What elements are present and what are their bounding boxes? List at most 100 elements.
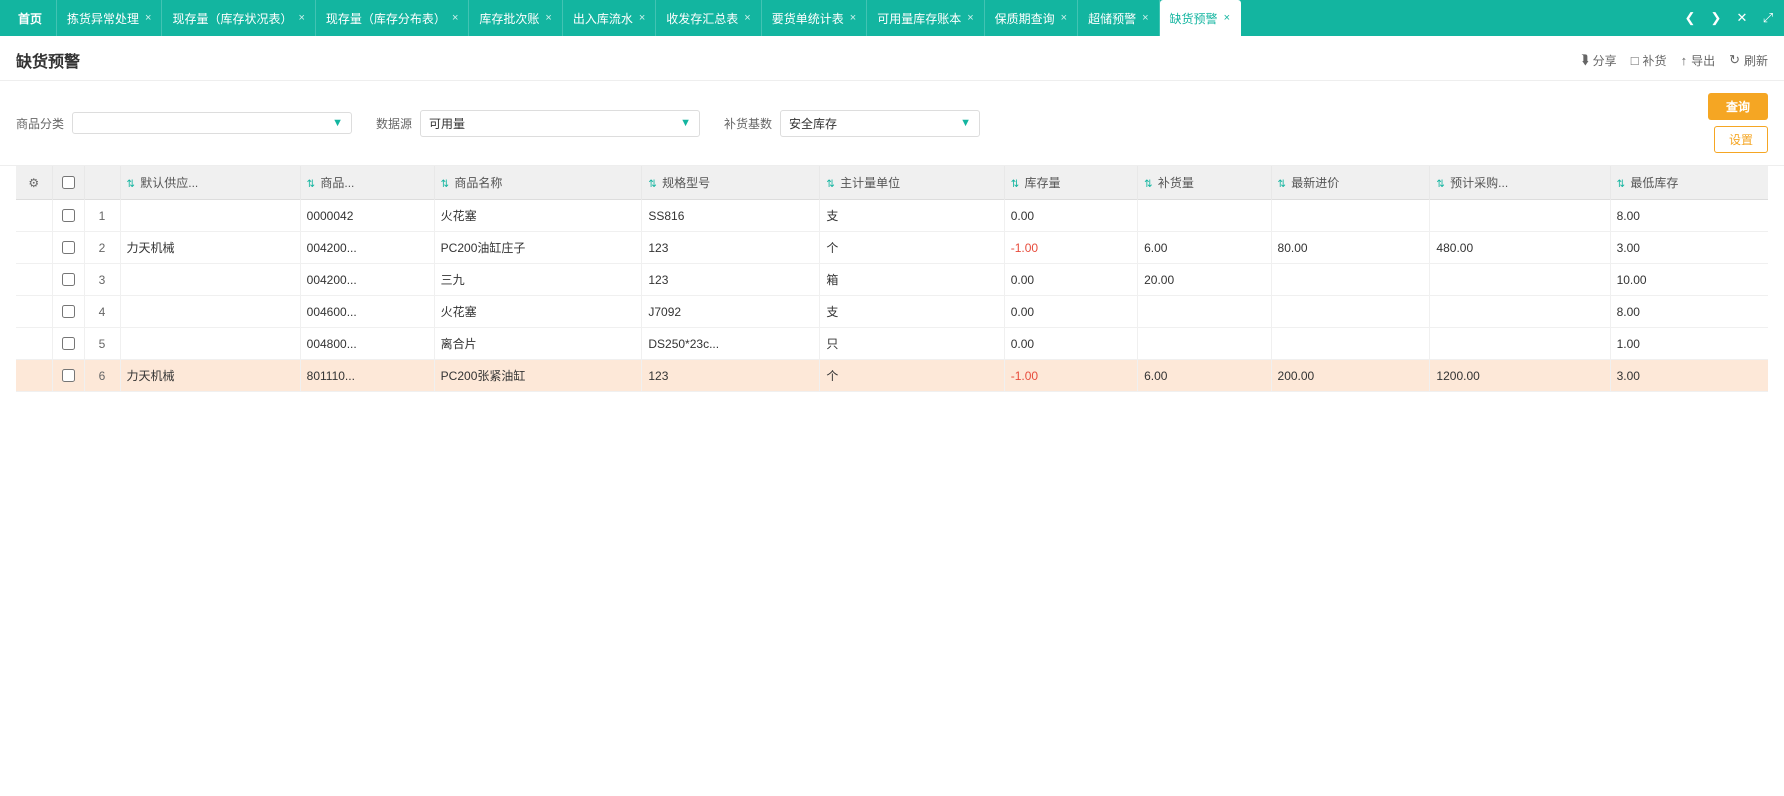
tab-7-label: 要货单统计表 bbox=[772, 10, 844, 27]
row-settings-3 bbox=[16, 296, 52, 328]
tab-1[interactable]: 拣货异常处理 × bbox=[57, 0, 162, 36]
tab-6-label: 收发存汇总表 bbox=[666, 10, 738, 27]
tab-11-close[interactable]: × bbox=[1224, 12, 1230, 24]
row-estimated-purchase-5: 1200.00 bbox=[1430, 360, 1610, 392]
tab-2-close[interactable]: × bbox=[298, 12, 304, 24]
filter-category-select[interactable]: ▼ bbox=[72, 112, 352, 134]
tab-4[interactable]: 库存批次账 × bbox=[469, 0, 562, 36]
tab-close-current-button[interactable]: ✕ bbox=[1730, 6, 1754, 30]
row-supplier-0 bbox=[120, 200, 300, 232]
row-unit-3: 支 bbox=[820, 296, 1004, 328]
tab-5-close[interactable]: × bbox=[639, 12, 645, 24]
tab-5[interactable]: 出入库流水 × bbox=[563, 0, 656, 36]
row-checkbox-3[interactable] bbox=[62, 305, 75, 318]
row-checkbox-0[interactable] bbox=[62, 209, 75, 222]
tab-3-close[interactable]: × bbox=[452, 12, 458, 24]
replenish-button[interactable]: □ 补货 bbox=[1631, 52, 1667, 69]
row-settings-1 bbox=[16, 232, 52, 264]
row-checkbox-cell-5 bbox=[52, 360, 84, 392]
tab-prev-button[interactable]: ❮ bbox=[1678, 6, 1702, 30]
tab-4-label: 库存批次账 bbox=[479, 10, 539, 27]
tab-3-label: 现存量（库存分布表） bbox=[326, 10, 446, 27]
row-checkbox-cell-4 bbox=[52, 328, 84, 360]
col-stock-header[interactable]: ⇅ 库存量 bbox=[1004, 166, 1137, 200]
data-table: ⚙ ⇅ 默认供应... ⇅ 商品... bbox=[16, 166, 1768, 392]
filter-replenish-base-label: 补货基数 bbox=[724, 115, 772, 132]
select-all-checkbox[interactable] bbox=[62, 176, 75, 189]
col-estimated-purchase-header[interactable]: ⇅ 预计采购... bbox=[1430, 166, 1610, 200]
tab-9-close[interactable]: × bbox=[1061, 12, 1067, 24]
row-num-0: 1 bbox=[84, 200, 120, 232]
col-spec-header[interactable]: ⇅ 规格型号 bbox=[642, 166, 820, 200]
row-checkbox-5[interactable] bbox=[62, 369, 75, 382]
tab-next-button[interactable]: ❯ bbox=[1704, 6, 1728, 30]
tab-7-close[interactable]: × bbox=[850, 12, 856, 24]
col-checkbox-header bbox=[52, 166, 84, 200]
tab-9[interactable]: 保质期查询 × bbox=[985, 0, 1078, 36]
col-spec-label: 规格型号 bbox=[662, 176, 710, 190]
col-supplier-header[interactable]: ⇅ 默认供应... bbox=[120, 166, 300, 200]
tab-11[interactable]: 缺货预警 × bbox=[1160, 0, 1241, 36]
col-replenish-header[interactable]: ⇅ 补货量 bbox=[1138, 166, 1271, 200]
stock-sort-icon: ⇅ bbox=[1011, 179, 1019, 190]
row-min-stock-3: 8.00 bbox=[1610, 296, 1768, 328]
datasource-chevron-icon: ▼ bbox=[680, 117, 691, 129]
row-stock-5: -1.00 bbox=[1004, 360, 1137, 392]
tab-2[interactable]: 现存量（库存状况表） × bbox=[162, 0, 315, 36]
settings-button[interactable]: 设置 bbox=[1714, 126, 1768, 153]
col-latest-price-header[interactable]: ⇅ 最新进价 bbox=[1271, 166, 1430, 200]
row-unit-4: 只 bbox=[820, 328, 1004, 360]
export-button[interactable]: ↑ 导出 bbox=[1681, 52, 1716, 69]
row-spec-1: 123 bbox=[642, 232, 820, 264]
replenish-sort-icon: ⇅ bbox=[1144, 179, 1152, 190]
tab-home-label: 首页 bbox=[18, 10, 42, 27]
filter-category-label: 商品分类 bbox=[16, 115, 64, 132]
row-checkbox-2[interactable] bbox=[62, 273, 75, 286]
col-goods-code-header[interactable]: ⇅ 商品... bbox=[300, 166, 434, 200]
tab-4-close[interactable]: × bbox=[545, 12, 551, 24]
filter-datasource-select[interactable]: 可用量 ▼ bbox=[420, 110, 700, 137]
table-row: 5 004800... 离合片 DS250*23c... 只 0.00 1.00 bbox=[16, 328, 1768, 360]
table-row: 4 004600... 火花塞 J7092 支 0.00 8.00 bbox=[16, 296, 1768, 328]
col-min-stock-header[interactable]: ⇅ 最低库存 bbox=[1610, 166, 1768, 200]
tab-maximize-button[interactable]: ⤢ bbox=[1756, 6, 1780, 30]
row-spec-0: SS816 bbox=[642, 200, 820, 232]
tab-10-close[interactable]: × bbox=[1142, 12, 1148, 24]
row-checkbox-cell-1 bbox=[52, 232, 84, 264]
tab-8-close[interactable]: × bbox=[967, 12, 973, 24]
row-checkbox-4[interactable] bbox=[62, 337, 75, 350]
col-unit-header[interactable]: ⇅ 主计量单位 bbox=[820, 166, 1004, 200]
row-replenish-1: 6.00 bbox=[1138, 232, 1271, 264]
table-row: 6 力天机械 801110... PC200张紧油缸 123 个 -1.00 6… bbox=[16, 360, 1768, 392]
tab-8[interactable]: 可用量库存账本 × bbox=[867, 0, 984, 36]
col-goods-code-label: 商品... bbox=[320, 176, 354, 190]
row-num-2: 3 bbox=[84, 264, 120, 296]
refresh-button[interactable]: ↻ 刷新 bbox=[1729, 52, 1768, 69]
row-unit-5: 个 bbox=[820, 360, 1004, 392]
tab-6[interactable]: 收发存汇总表 × bbox=[656, 0, 761, 36]
row-goods-name-4: 离合片 bbox=[434, 328, 642, 360]
tab-10[interactable]: 超储预警 × bbox=[1078, 0, 1159, 36]
col-goods-name-header[interactable]: ⇅ 商品名称 bbox=[434, 166, 642, 200]
tab-3[interactable]: 现存量（库存分布表） × bbox=[316, 0, 469, 36]
replenish-label: 补货 bbox=[1643, 52, 1667, 69]
table-row: 1 0000042 火花塞 SS816 支 0.00 8.00 bbox=[16, 200, 1768, 232]
row-stock-3: 0.00 bbox=[1004, 296, 1137, 328]
tab-6-close[interactable]: × bbox=[744, 12, 750, 24]
query-button[interactable]: 查询 bbox=[1708, 93, 1768, 120]
row-stock-4: 0.00 bbox=[1004, 328, 1137, 360]
tab-home[interactable]: 首页 bbox=[4, 0, 57, 36]
col-number-header bbox=[84, 166, 120, 200]
tab-7[interactable]: 要货单统计表 × bbox=[762, 0, 867, 36]
row-supplier-1: 力天机械 bbox=[120, 232, 300, 264]
filter-replenish-base-select[interactable]: 安全库存 ▼ bbox=[780, 110, 980, 137]
row-replenish-4 bbox=[1138, 328, 1271, 360]
filter-datasource-label: 数据源 bbox=[376, 115, 412, 132]
row-checkbox-1[interactable] bbox=[62, 241, 75, 254]
col-stock-label: 库存量 bbox=[1024, 176, 1060, 190]
gear-settings-icon[interactable]: ⚙ bbox=[22, 176, 46, 190]
tab-1-close[interactable]: × bbox=[145, 12, 151, 24]
row-goods-code-5: 801110... bbox=[300, 360, 434, 392]
share-button[interactable]: ⮯ 分享 bbox=[1581, 52, 1617, 69]
row-goods-code-2: 004200... bbox=[300, 264, 434, 296]
